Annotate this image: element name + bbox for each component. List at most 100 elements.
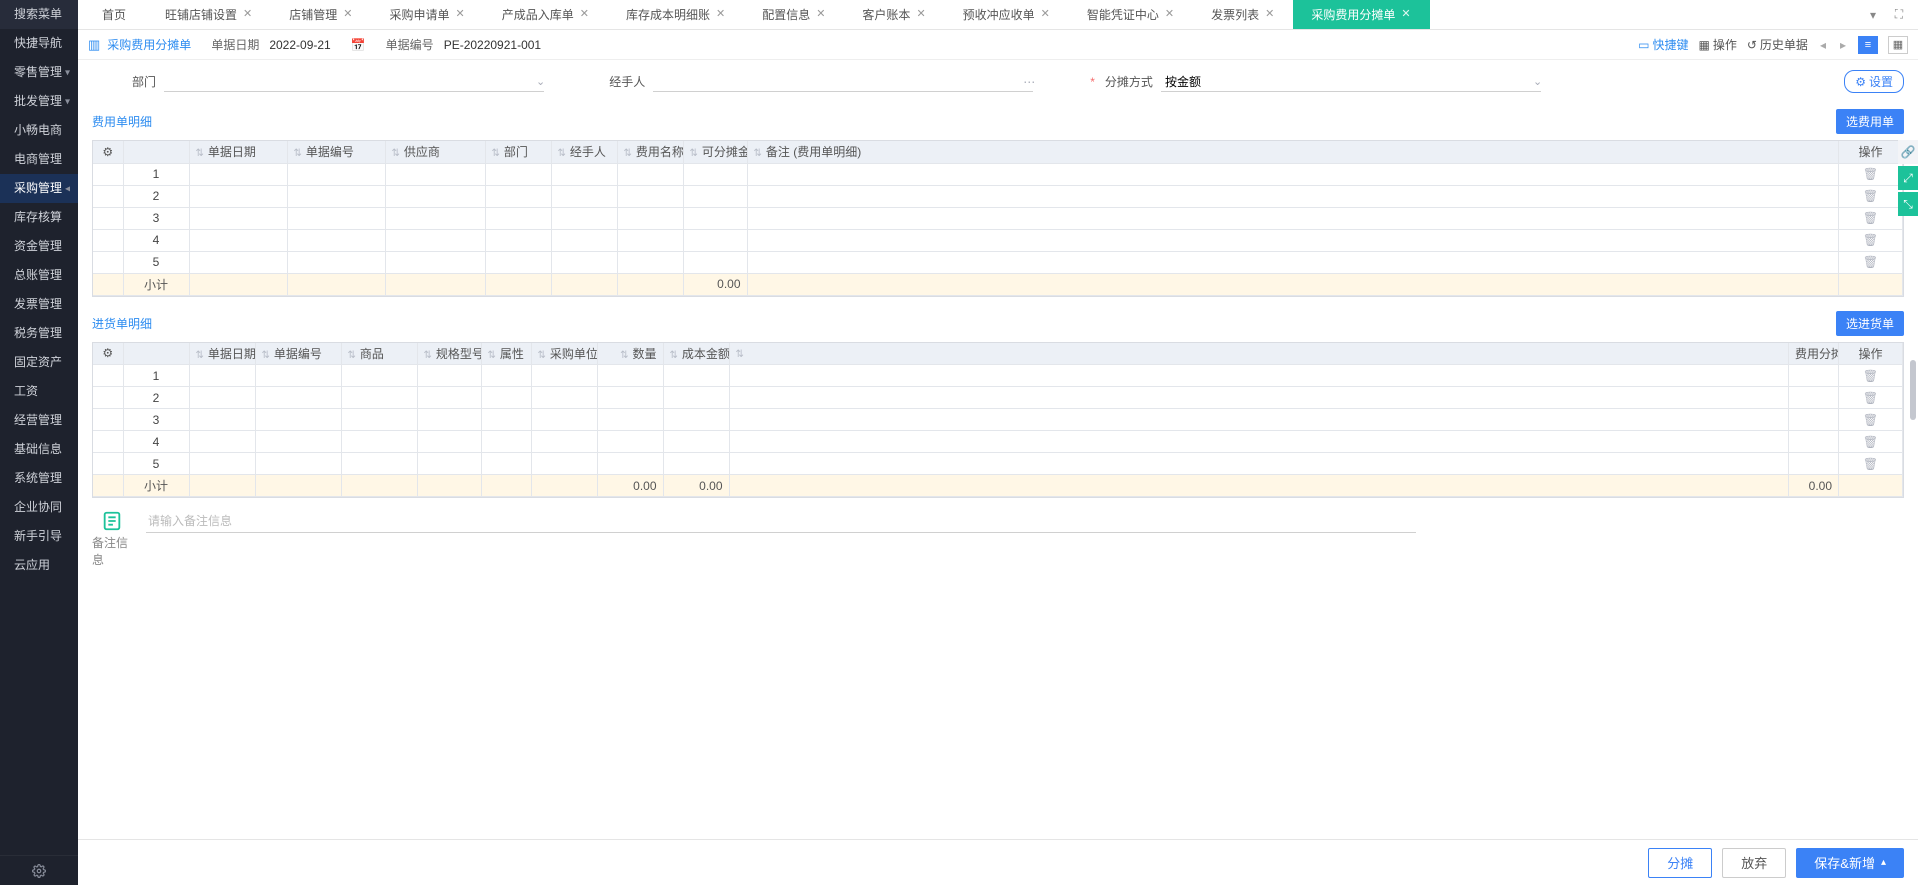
alloc-input[interactable] [1161,71,1541,92]
tab-purchase-alloc[interactable]: 采购费用分摊单✕ [1293,0,1429,29]
close-icon[interactable]: ✕ [1165,9,1174,20]
sidebar-item-search[interactable]: 搜索菜单 [0,0,78,29]
tab-purchase-req[interactable]: 采购申请单✕ [371,0,483,29]
col-product[interactable]: ⇅商品 [341,343,417,365]
delete-icon[interactable]: 🗑 [1863,167,1878,181]
tab-invoice-list[interactable]: 发票列表✕ [1193,0,1293,29]
table-row[interactable]: 5🗑 [93,251,1903,273]
allocate-button[interactable]: 分摊 [1648,848,1712,878]
expand-icon[interactable]: ⤢ [1898,166,1918,190]
col-supplier[interactable]: ⇅供应商 [385,141,485,163]
delete-icon[interactable]: 🗑 [1863,189,1878,203]
more-icon[interactable]: ⋯ [1023,75,1036,89]
close-icon[interactable]: ✕ [343,9,352,20]
sidebar-item-system[interactable]: 系统管理 [0,464,78,493]
collapse-icon[interactable]: ⤡ [1898,192,1918,216]
table-row[interactable]: 1🗑 [93,163,1903,185]
sidebar-item-collab[interactable]: 企业协同 [0,493,78,522]
tab-prepay-offset[interactable]: 预收冲应收单✕ [945,0,1069,29]
sidebar-item-asset[interactable]: 固定资产 [0,348,78,377]
table-row[interactable]: 4🗑 [93,431,1903,453]
sidebar-item-cloud[interactable]: 云应用 [0,551,78,580]
attachment-icon[interactable]: 🔗 [1898,140,1918,164]
col-bill-no[interactable]: ⇅单据编号 [287,141,385,163]
delete-icon[interactable]: 🗑 [1863,391,1878,405]
close-icon[interactable]: ✕ [716,9,725,20]
col-alloc-amount[interactable]: ⇅可分摊金额 [683,141,747,163]
fullscreen-icon[interactable]: ⛶ [1888,4,1910,26]
close-icon[interactable]: ✕ [456,9,465,20]
col-alloc-fee[interactable]: 费用分摊金额 [1789,343,1839,365]
tabs-dropdown-icon[interactable]: ▾ [1862,4,1884,26]
discard-button[interactable]: 放弃 [1722,848,1786,878]
row-settings-icon[interactable]: ⚙ [93,343,123,365]
col-spec[interactable]: ⇅规格型号 [417,343,481,365]
sidebar-item-quicknav[interactable]: 快捷导航 [0,29,78,58]
close-icon[interactable]: ✕ [1041,9,1050,20]
table-row[interactable]: 2🗑 [93,185,1903,207]
close-icon[interactable]: ✕ [243,9,252,20]
col-remark[interactable]: ⇅备注 (费用单明细) [747,141,1839,163]
sidebar-item-ledger[interactable]: 总账管理 [0,261,78,290]
col-bill-no[interactable]: ⇅单据编号 [255,343,341,365]
tab-shop-manage[interactable]: 店铺管理✕ [271,0,371,29]
delete-icon[interactable]: 🗑 [1863,211,1878,225]
select-stock-bill-button[interactable]: 选进货单 [1836,311,1904,336]
col-qty[interactable]: ⇅数量 [597,343,663,365]
sidebar-item-inventory[interactable]: 库存核算 [0,203,78,232]
tab-stock-cost[interactable]: 库存成本明细账✕ [608,0,744,29]
close-icon[interactable]: ✕ [816,9,825,20]
delete-icon[interactable]: 🗑 [1863,435,1878,449]
sidebar-item-invoice[interactable]: 发票管理 [0,290,78,319]
sidebar-item-guide[interactable]: 新手引导 [0,522,78,551]
sidebar-settings-icon[interactable] [0,855,78,885]
next-button[interactable]: ▸ [1838,38,1848,52]
prev-button[interactable]: ◂ [1818,38,1828,52]
settings-button[interactable]: ⚙设置 [1844,70,1904,93]
scrollbar-thumb[interactable] [1910,360,1916,420]
sidebar-item-basic[interactable]: 基础信息 [0,435,78,464]
close-icon[interactable]: ✕ [916,9,925,20]
dept-input[interactable] [164,71,544,92]
table-row[interactable]: 3🗑 [93,409,1903,431]
delete-icon[interactable]: 🗑 [1863,233,1878,247]
operate-button[interactable]: ▦操作 [1699,36,1737,53]
save-new-button[interactable]: 保存&新增▴ [1796,848,1904,878]
handler-input[interactable] [653,71,1033,92]
col-handler[interactable]: ⇅经手人 [551,141,617,163]
sidebar-item-tax[interactable]: 税务管理 [0,319,78,348]
sidebar-item-salary[interactable]: 工资 [0,377,78,406]
delete-icon[interactable]: 🗑 [1863,413,1878,427]
list-view-button[interactable]: ≡ [1858,36,1878,54]
date-value[interactable]: 2022-09-21 [269,38,330,52]
remarks-input[interactable] [146,510,1416,533]
sidebar-item-wholesale[interactable]: 批发管理▾ [0,87,78,116]
table-row[interactable]: 5🗑 [93,453,1903,475]
quick-create-button[interactable]: ▭快捷键 [1638,36,1688,53]
select-fee-bill-button[interactable]: 选费用单 [1836,109,1904,134]
table-row[interactable]: 2🗑 [93,387,1903,409]
sidebar-item-biz[interactable]: 经营管理 [0,406,78,435]
sidebar-item-retail[interactable]: 零售管理▾ [0,58,78,87]
chevron-down-icon[interactable]: ⌄ [1533,75,1542,88]
chevron-down-icon[interactable]: ⌄ [536,75,545,88]
card-view-button[interactable]: ▦ [1888,36,1908,54]
delete-icon[interactable]: 🗑 [1863,369,1878,383]
col-bill-date[interactable]: ⇅单据日期 [189,141,287,163]
tab-config[interactable]: 配置信息✕ [744,0,844,29]
col-dept[interactable]: ⇅部门 [485,141,551,163]
tab-voucher[interactable]: 智能凭证中心✕ [1069,0,1193,29]
col-fee-name[interactable]: ⇅费用名称 [617,141,683,163]
col-attr[interactable]: ⇅属性 [481,343,531,365]
sidebar-item-funds[interactable]: 资金管理 [0,232,78,261]
sidebar-item-xiaochang[interactable]: 小畅电商 [0,116,78,145]
close-icon[interactable]: ✕ [1265,9,1274,20]
col-cost[interactable]: ⇅成本金额 [663,343,729,365]
row-settings-icon[interactable]: ⚙ [93,141,123,163]
delete-icon[interactable]: 🗑 [1863,457,1878,471]
close-icon[interactable]: ✕ [1401,9,1410,20]
delete-icon[interactable]: 🗑 [1863,255,1878,269]
close-icon[interactable]: ✕ [580,9,589,20]
sidebar-item-purchase[interactable]: 采购管理◂ [0,174,78,203]
history-button[interactable]: ↺历史单据 [1747,36,1808,53]
